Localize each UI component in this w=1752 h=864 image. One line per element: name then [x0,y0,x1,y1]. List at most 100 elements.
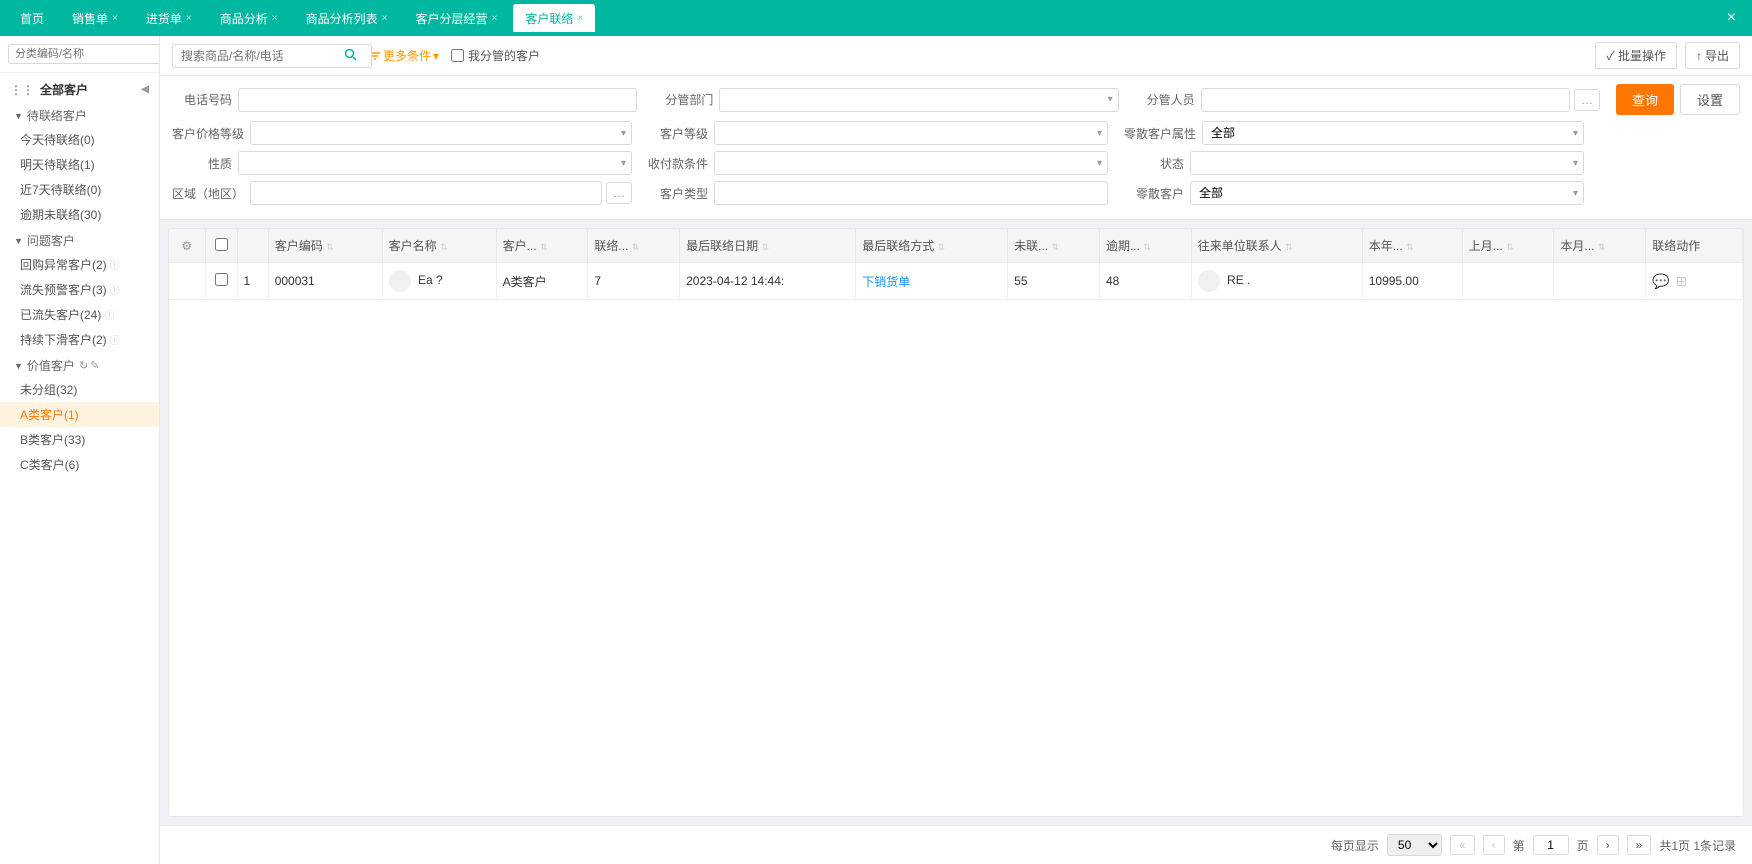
per-page-select[interactable]: 50 100 200 [1387,834,1442,856]
close-all-button[interactable]: × [1719,9,1744,27]
filter-retail-customer-select[interactable]: 全部 [1190,181,1584,205]
my-customers-checkbox[interactable] [451,49,464,62]
sidebar-item-churned[interactable]: 已流失客户(24) ⓘ [0,302,159,327]
nav-customer-segment-close[interactable]: × [491,13,497,24]
nav-sales-label: 销售单 [72,10,108,27]
sidebar-item-abnormal[interactable]: 回购异常客户(2) ⓘ [0,252,159,277]
reload-icon[interactable]: ↻ [79,359,88,372]
nav-customer-contact-close[interactable]: × [577,13,583,24]
row-action-qr-icon[interactable]: ⊞ [1676,273,1688,290]
pagination-prev[interactable]: ‹ [1483,835,1505,855]
nav-sales-close[interactable]: × [112,13,118,24]
filter-customer-level: 客户等级 ▾ [648,121,1108,145]
query-button[interactable]: 查询 [1616,84,1674,115]
col-no-contact-sort[interactable]: ⇅ [1052,242,1060,252]
table-container: ⚙ 客户编码 ⇅ 客户名称 ⇅ [168,228,1744,817]
page-input[interactable] [1533,835,1569,855]
col-this-year-sort[interactable]: ⇅ [1406,242,1414,252]
column-contact-person: 往来单位联系人 ⇅ [1191,229,1362,263]
filter-customer-level-select[interactable] [714,121,1108,145]
sidebar-item-overdue[interactable]: 逾期未联络(30) [0,202,159,227]
pagination-first[interactable]: « [1450,835,1475,855]
row-checkbox-cell [205,263,237,300]
more-conditions-button[interactable]: 更多条件 ▾ [369,47,439,64]
batch-operation-button[interactable]: ✓ 批量操作 [1595,42,1677,69]
row-level: A类客户 [496,263,588,300]
filter-person-input[interactable] [1201,88,1570,112]
nav-purchase-close[interactable]: × [186,13,192,24]
setting-button[interactable]: 设置 [1680,84,1740,115]
row-name-value: Ea ? [418,273,443,287]
nav-customer-contact[interactable]: 客户联络 × [513,4,595,32]
sidebar-collapse-icon[interactable]: ◀ [141,84,149,95]
nav-product-analysis-close[interactable]: × [272,13,278,24]
col-last-month-sort[interactable]: ⇅ [1506,242,1514,252]
export-button[interactable]: ↑ 导出 [1685,42,1740,69]
sidebar-item-churn-warning[interactable]: 流失预警客户(3) ⓘ [0,277,159,302]
col-last-date-sort[interactable]: ⇅ [761,242,769,252]
filter-price-level-select[interactable] [250,121,632,145]
row-action-message-icon[interactable]: 💬 [1652,273,1669,290]
filter-row-2: 客户价格等级 ▾ 客户等级 ▾ 零散客户属性 全部 [172,121,1740,145]
nav-customer-segment[interactable]: 客户分层经营 × [403,4,509,32]
col-code-sort[interactable]: ⇅ [326,242,334,252]
sidebar-item-tomorrow[interactable]: 明天待联络(1) [0,152,159,177]
row-checkbox[interactable] [215,273,228,286]
info-icon-churn-warning: ⓘ [110,282,120,297]
row-last-type-link[interactable]: 下销货单 [862,275,910,289]
filter-customer-type: 客户类型 [648,181,1108,205]
col-overdue-sort[interactable]: ⇅ [1143,242,1151,252]
filter-price-level-label: 客户价格等级 [172,125,244,142]
sidebar: ⋮⋮ 全部客户 ◀ ▼ 待联络客户 今天待联络(0) 明天待联络(1) 近7天待… [0,36,160,864]
search-button[interactable] [344,48,357,64]
sidebar-group-pending[interactable]: ▼ 待联络客户 [0,102,159,127]
edit-icon[interactable]: ✎ [90,359,99,372]
row-index: 1 [237,263,268,300]
nav-product-analysis[interactable]: 商品分析 × [208,4,290,32]
select-all-checkbox[interactable] [215,238,228,251]
sidebar-item-declining[interactable]: 持续下滑客户(2) ⓘ [0,327,159,352]
gear-icon[interactable]: ⚙ [181,239,192,253]
sidebar-item-a-class[interactable]: A类客户(1) [0,402,159,427]
pagination-last[interactable]: » [1627,835,1652,855]
nav-purchase[interactable]: 进货单 × [134,4,204,32]
nav-sales[interactable]: 销售单 × [60,4,130,32]
filter-region-input[interactable] [250,181,602,205]
nav-product-list-close[interactable]: × [382,13,388,24]
col-level-sort[interactable]: ⇅ [540,242,548,252]
sidebar-item-b-class[interactable]: B类客户(33) [0,427,159,452]
filter-customer-type-input[interactable] [714,181,1108,205]
pagination-next[interactable]: › [1597,835,1619,855]
sidebar-all-customers[interactable]: ⋮⋮ 全部客户 ◀ [0,73,159,102]
col-contact-count-sort[interactable]: ⇅ [632,242,640,252]
sidebar-item-unclassified[interactable]: 未分组(32) [0,377,159,402]
col-last-date-label: 最后联络日期 [686,239,758,253]
my-customers-checkbox-label[interactable]: 我分管的客户 [451,47,540,64]
sidebar-item-today[interactable]: 今天待联络(0) [0,127,159,152]
col-this-month-sort[interactable]: ⇅ [1598,242,1606,252]
sidebar-group-value[interactable]: ▼ 价值客户 ↻ ✎ [0,352,159,377]
sidebar-search-input[interactable] [8,44,160,64]
filter-region-dots[interactable]: … [606,182,632,204]
nav-customer-contact-label: 客户联络 [525,10,573,27]
filter-phone-input[interactable] [238,88,637,112]
filter-payment-select[interactable] [714,151,1108,175]
search-input[interactable] [172,44,372,68]
col-name-sort[interactable]: ⇅ [440,242,448,252]
row-name: Ea ? [382,263,496,300]
sidebar-item-c-class[interactable]: C类客户(6) [0,452,159,477]
sidebar-item-7days[interactable]: 近7天待联络(0) [0,177,159,202]
nav-home[interactable]: 首页 [8,4,56,32]
filter-retail-attr-select[interactable]: 全部 [1202,121,1584,145]
row-index-value: 1 [244,274,251,288]
filter-status-select[interactable] [1190,151,1584,175]
filter-dept-select[interactable] [719,88,1118,112]
filter-person-dots[interactable]: … [1574,89,1600,111]
filter-dept: 分管部门 ▾ [653,88,1118,112]
col-last-type-sort[interactable]: ⇅ [938,242,946,252]
table-row: 1 000031 Ea ? A类客户 7 [169,263,1743,300]
sidebar-group-problem[interactable]: ▼ 问题客户 [0,227,159,252]
nav-product-list[interactable]: 商品分析列表 × [294,4,400,32]
col-contact-person-sort[interactable]: ⇅ [1285,242,1293,252]
filter-nature-select[interactable] [238,151,632,175]
